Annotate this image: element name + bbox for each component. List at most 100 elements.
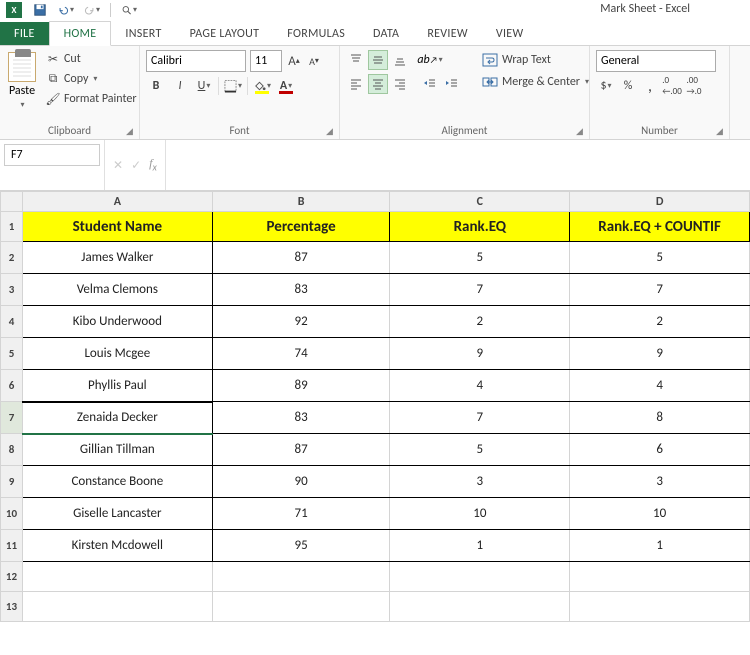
decrease-font-button[interactable]: A▾ (306, 51, 322, 71)
cell-student-name[interactable]: James Walker (22, 242, 212, 274)
cell-rank-eq[interactable]: 7 (390, 402, 570, 434)
cell-rank-eq[interactable]: 9 (390, 338, 570, 370)
format-painter-button[interactable]: 🖌 Format Painter (42, 90, 141, 108)
merge-center-button[interactable]: Merge & Center▾ (476, 72, 595, 92)
accounting-format-button[interactable]: $▾ (596, 76, 616, 96)
colhdr-B[interactable]: B (212, 192, 390, 212)
header-rank-eq-countif[interactable]: Rank.EQ + COUNTIF (570, 212, 750, 242)
print-preview-button[interactable]: ▾ (121, 2, 137, 18)
cell[interactable] (390, 592, 570, 622)
font-size-combo[interactable] (250, 50, 282, 72)
cell-rank-eq-countif[interactable]: 6 (570, 434, 750, 466)
cell-rank-eq[interactable]: 2 (390, 306, 570, 338)
align-top-button[interactable] (346, 50, 366, 70)
cell-rank-eq-countif[interactable]: 1 (570, 530, 750, 562)
cell[interactable] (212, 562, 390, 592)
header-percentage[interactable]: Percentage (212, 212, 390, 242)
cell-percentage[interactable]: 83 (212, 274, 390, 306)
cell[interactable] (390, 562, 570, 592)
rowhdr-13[interactable]: 13 (1, 592, 23, 622)
enter-formula-button[interactable]: ✓ (131, 158, 141, 173)
cell-student-name[interactable]: Phyllis Paul (22, 370, 212, 402)
rowhdr-12[interactable]: 12 (1, 562, 23, 592)
tab-insert[interactable]: INSERT (111, 22, 175, 45)
cell-student-name[interactable]: Zenaida Decker (22, 402, 212, 434)
spreadsheet-grid[interactable]: A B C D 1 Student Name Percentage Rank.E… (0, 191, 750, 622)
cell-percentage[interactable]: 71 (212, 498, 390, 530)
cell-rank-eq-countif[interactable]: 5 (570, 242, 750, 274)
cell-percentage[interactable]: 74 (212, 338, 390, 370)
cell-rank-eq-countif[interactable]: 3 (570, 466, 750, 498)
percent-format-button[interactable]: % (618, 76, 638, 96)
cell-rank-eq-countif[interactable]: 10 (570, 498, 750, 530)
colhdr-A[interactable]: A (22, 192, 212, 212)
clipboard-launcher[interactable]: ◢ (126, 126, 136, 136)
font-name-combo[interactable] (146, 50, 246, 72)
cell-rank-eq[interactable]: 5 (390, 434, 570, 466)
align-bottom-button[interactable] (390, 50, 410, 70)
cut-button[interactable]: ✂ Cut (42, 50, 141, 68)
cell-rank-eq[interactable]: 4 (390, 370, 570, 402)
comma-format-button[interactable]: , (640, 76, 660, 96)
rowhdr-9[interactable]: 9 (1, 466, 23, 498)
copy-button[interactable]: ⧉ Copy▾ (42, 70, 141, 88)
bold-button[interactable]: B (146, 76, 166, 96)
decrease-indent-button[interactable] (420, 74, 440, 94)
formula-input[interactable] (165, 140, 750, 190)
rowhdr-10[interactable]: 10 (1, 498, 23, 530)
cell-rank-eq[interactable]: 10 (390, 498, 570, 530)
increase-font-button[interactable]: A▴ (286, 51, 302, 71)
cell-rank-eq-countif[interactable]: 2 (570, 306, 750, 338)
undo-button[interactable]: ▾ (58, 2, 74, 18)
save-button[interactable] (32, 2, 48, 18)
cell-student-name[interactable]: Gillian Tillman (22, 434, 212, 466)
cell[interactable] (22, 592, 212, 622)
insert-function-button[interactable]: fx (149, 156, 157, 173)
rowhdr-8[interactable]: 8 (1, 434, 23, 466)
tab-page-layout[interactable]: PAGE LAYOUT (176, 22, 274, 45)
rowhdr-7[interactable]: 7 (1, 402, 23, 434)
cell-rank-eq-countif[interactable]: 4 (570, 370, 750, 402)
rowhdr-2[interactable]: 2 (1, 242, 23, 274)
tab-formulas[interactable]: FORMULAS (273, 22, 359, 45)
cell-rank-eq-countif[interactable]: 8 (570, 402, 750, 434)
header-rank-eq[interactable]: Rank.EQ (390, 212, 570, 242)
borders-button[interactable]: ▾ (223, 76, 243, 96)
tab-review[interactable]: REVIEW (413, 22, 482, 45)
tab-file[interactable]: FILE (0, 22, 49, 45)
tab-home[interactable]: HOME (49, 21, 112, 46)
cell-percentage[interactable]: 95 (212, 530, 390, 562)
paste-button[interactable]: Paste ▾ (6, 50, 38, 122)
cell[interactable] (22, 562, 212, 592)
cell-percentage[interactable]: 89 (212, 370, 390, 402)
cancel-formula-button[interactable]: ✕ (113, 158, 123, 173)
orientation-button[interactable]: ab↗▾ (420, 50, 440, 70)
align-left-button[interactable] (346, 74, 366, 94)
increase-indent-button[interactable] (442, 74, 462, 94)
cell-student-name[interactable]: Giselle Lancaster (22, 498, 212, 530)
cell-rank-eq[interactable]: 5 (390, 242, 570, 274)
fill-color-button[interactable]: ▾ (252, 76, 272, 96)
align-right-button[interactable] (390, 74, 410, 94)
rowhdr-11[interactable]: 11 (1, 530, 23, 562)
number-launcher[interactable]: ◢ (716, 126, 726, 136)
colhdr-D[interactable]: D (570, 192, 750, 212)
rowhdr-4[interactable]: 4 (1, 306, 23, 338)
cell-percentage[interactable]: 83 (212, 402, 390, 434)
select-all-corner[interactable] (1, 192, 23, 212)
cell-rank-eq[interactable]: 7 (390, 274, 570, 306)
font-launcher[interactable]: ◢ (326, 126, 336, 136)
cell-rank-eq-countif[interactable]: 9 (570, 338, 750, 370)
rowhdr-1[interactable]: 1 (1, 212, 23, 242)
rowhdr-3[interactable]: 3 (1, 274, 23, 306)
cell-percentage[interactable]: 90 (212, 466, 390, 498)
cell-percentage[interactable]: 87 (212, 242, 390, 274)
cell-percentage[interactable]: 87 (212, 434, 390, 466)
cell-student-name[interactable]: Constance Boone (22, 466, 212, 498)
cell-student-name[interactable]: Kibo Underwood (22, 306, 212, 338)
align-center-button[interactable] (368, 74, 388, 94)
cell[interactable] (212, 592, 390, 622)
cell-student-name[interactable]: Louis Mcgee (22, 338, 212, 370)
font-color-button[interactable]: A ▾ (276, 76, 296, 96)
cell-rank-eq[interactable]: 3 (390, 466, 570, 498)
